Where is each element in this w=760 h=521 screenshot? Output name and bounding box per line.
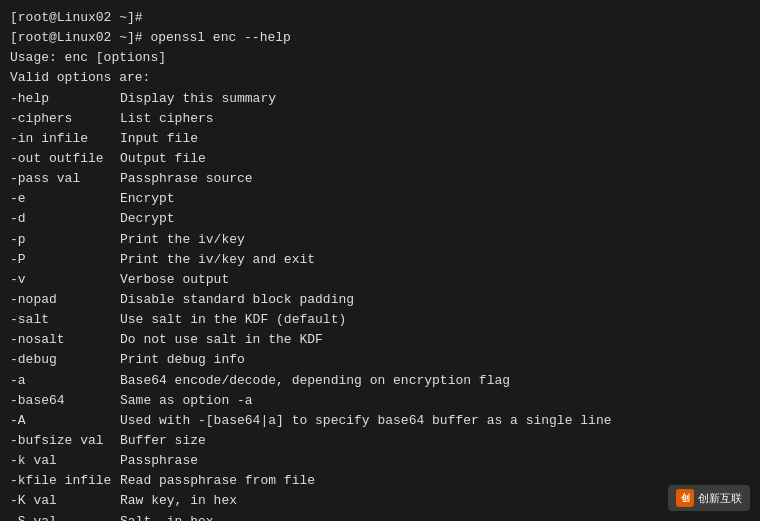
terminal-line: [root@Linux02 ~]# <box>10 8 750 28</box>
option-desc: Salt, in hex <box>120 512 214 521</box>
option-desc: Read passphrase from file <box>120 471 315 491</box>
option-row: -out outfileOutput file <box>10 149 750 169</box>
option-row: -nosaltDo not use salt in the KDF <box>10 330 750 350</box>
option-flag: -kfile infile <box>10 471 120 491</box>
option-flag: -ciphers <box>10 109 120 129</box>
option-desc: Encrypt <box>120 189 175 209</box>
option-flag: -d <box>10 209 120 229</box>
option-row: -debugPrint debug info <box>10 350 750 370</box>
option-row: -base64Same as option -a <box>10 391 750 411</box>
option-flag: -a <box>10 371 120 391</box>
option-flag: -k val <box>10 451 120 471</box>
watermark-text: 创新互联 <box>698 491 742 506</box>
option-flag: -nopad <box>10 290 120 310</box>
option-flag: -bufsize val <box>10 431 120 451</box>
terminal-line: Valid options are: <box>10 68 750 88</box>
option-flag: -base64 <box>10 391 120 411</box>
option-desc: Verbose output <box>120 270 229 290</box>
option-row: -in infileInput file <box>10 129 750 149</box>
option-flag: -out outfile <box>10 149 120 169</box>
option-row: -aBase64 encode/decode, depending on enc… <box>10 371 750 391</box>
option-flag: -pass val <box>10 169 120 189</box>
option-row: -AUsed with -[base64|a] to specify base6… <box>10 411 750 431</box>
option-row: -bufsize valBuffer size <box>10 431 750 451</box>
watermark: 创 创新互联 <box>668 485 750 511</box>
option-flag: -A <box>10 411 120 431</box>
option-desc: Raw key, in hex <box>120 491 237 511</box>
option-row: -k valPassphrase <box>10 451 750 471</box>
terminal-line: Usage: enc [options] <box>10 48 750 68</box>
option-desc: Input file <box>120 129 198 149</box>
option-flag: -debug <box>10 350 120 370</box>
option-row: -kfile infileRead passphrase from file <box>10 471 750 491</box>
terminal-line: [root@Linux02 ~]# openssl enc --help <box>10 28 750 48</box>
option-flag: -P <box>10 250 120 270</box>
option-row: -pass valPassphrase source <box>10 169 750 189</box>
option-desc: Print the iv/key <box>120 230 245 250</box>
option-flag: -in infile <box>10 129 120 149</box>
option-flag: -e <box>10 189 120 209</box>
option-row: -ciphersList ciphers <box>10 109 750 129</box>
option-flag: -p <box>10 230 120 250</box>
option-flag: -v <box>10 270 120 290</box>
option-flag: -S val <box>10 512 120 521</box>
option-row: -nopadDisable standard block padding <box>10 290 750 310</box>
option-flag: -salt <box>10 310 120 330</box>
watermark-logo: 创 <box>676 489 694 507</box>
option-row: -eEncrypt <box>10 189 750 209</box>
option-desc: Display this summary <box>120 89 276 109</box>
option-desc: Base64 encode/decode, depending on encry… <box>120 371 510 391</box>
option-row: -PPrint the iv/key and exit <box>10 250 750 270</box>
option-desc: Buffer size <box>120 431 206 451</box>
option-desc: Output file <box>120 149 206 169</box>
option-row: -vVerbose output <box>10 270 750 290</box>
option-desc: Passphrase <box>120 451 198 471</box>
option-row: -K valRaw key, in hex <box>10 491 750 511</box>
option-desc: List ciphers <box>120 109 214 129</box>
option-desc: Print debug info <box>120 350 245 370</box>
option-row: -saltUse salt in the KDF (default) <box>10 310 750 330</box>
option-row: -helpDisplay this summary <box>10 89 750 109</box>
option-desc: Passphrase source <box>120 169 253 189</box>
option-flag: -K val <box>10 491 120 511</box>
option-desc: Use salt in the KDF (default) <box>120 310 346 330</box>
option-desc: Do not use salt in the KDF <box>120 330 323 350</box>
option-desc: Same as option -a <box>120 391 253 411</box>
option-row: -S valSalt, in hex <box>10 512 750 521</box>
option-desc: Used with -[base64|a] to specify base64 … <box>120 411 611 431</box>
terminal-window: [root@Linux02 ~]#[root@Linux02 ~]# opens… <box>0 0 760 521</box>
option-row: -pPrint the iv/key <box>10 230 750 250</box>
option-desc: Decrypt <box>120 209 175 229</box>
option-flag: -nosalt <box>10 330 120 350</box>
option-row: -dDecrypt <box>10 209 750 229</box>
option-desc: Print the iv/key and exit <box>120 250 315 270</box>
option-flag: -help <box>10 89 120 109</box>
option-desc: Disable standard block padding <box>120 290 354 310</box>
